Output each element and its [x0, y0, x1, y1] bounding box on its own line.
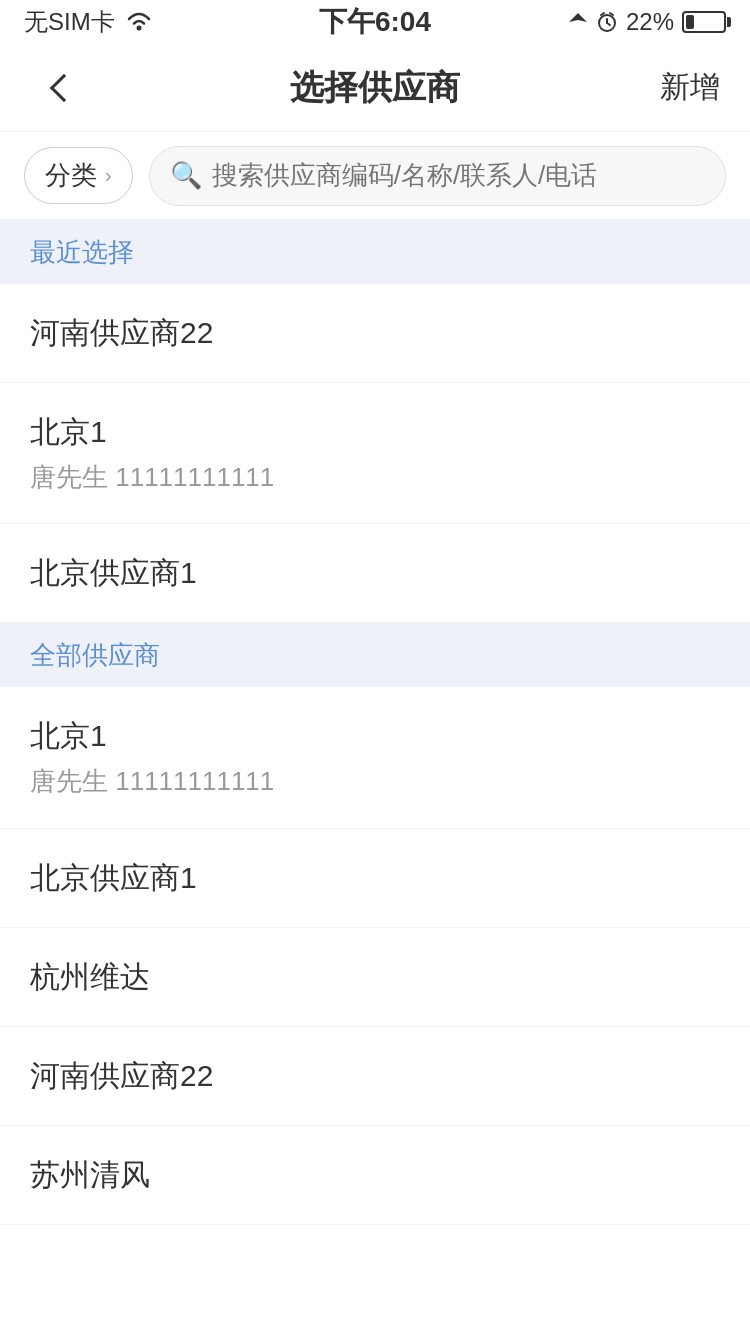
all-section-header: 全部供应商: [0, 623, 750, 687]
all-list: 北京1 唐先生 11111111111 北京供应商1 杭州维达河南供应商22 苏州清风: [0, 687, 750, 1224]
list-item[interactable]: 苏州清风: [0, 1126, 750, 1225]
search-box[interactable]: 🔍: [149, 146, 726, 206]
recent-section-header: 最近选择: [0, 220, 750, 284]
list-item[interactable]: 北京1 唐先生 11111111111: [0, 687, 750, 828]
location-icon: [568, 12, 588, 32]
svg-point-0: [136, 26, 141, 31]
item-name: 北京供应商1: [30, 552, 720, 594]
page-title: 选择供应商: [290, 65, 460, 111]
nav-bar: 选择供应商 新增: [0, 44, 750, 132]
recent-list: 河南供应商22 北京1 唐先生 11111111111 北京供应商1: [0, 284, 750, 623]
add-button[interactable]: 新增: [660, 67, 720, 108]
recent-section-label: 最近选择: [30, 235, 134, 270]
item-name: 杭州维达: [30, 956, 720, 998]
search-input[interactable]: [212, 160, 705, 191]
item-name: 北京供应商1: [30, 857, 720, 899]
status-left: 无SIM卡: [24, 6, 153, 38]
back-arrow-icon: [50, 73, 78, 101]
list-item[interactable]: 河南供应商22: [0, 284, 750, 383]
battery-fill: [686, 15, 694, 29]
carrier-text: 无SIM卡: [24, 6, 115, 38]
list-item[interactable]: 河南供应商22: [0, 1027, 750, 1126]
status-right: 22%: [568, 8, 726, 36]
item-sub: 唐先生 11111111111: [30, 459, 720, 495]
wifi-icon: [125, 12, 153, 32]
item-name: 河南供应商22: [30, 1055, 720, 1097]
all-section-label: 全部供应商: [30, 638, 160, 673]
status-bar: 无SIM卡 下午6:04 22%: [0, 0, 750, 44]
item-name: 苏州清风: [30, 1154, 720, 1196]
category-button[interactable]: 分类 ›: [24, 147, 133, 204]
item-name: 北京1: [30, 411, 720, 453]
list-item[interactable]: 北京供应商1: [0, 829, 750, 928]
filter-bar: 分类 › 🔍: [0, 132, 750, 220]
list-item[interactable]: 北京供应商1: [0, 524, 750, 623]
list-item[interactable]: 北京1 唐先生 11111111111: [0, 383, 750, 524]
chevron-right-icon: ›: [105, 164, 112, 187]
svg-line-3: [607, 23, 610, 25]
item-sub: 唐先生 11111111111: [30, 763, 720, 799]
category-label: 分类: [45, 158, 97, 193]
battery-icon: [682, 11, 726, 33]
search-icon: 🔍: [170, 160, 202, 191]
alarm-icon: [596, 11, 618, 33]
list-item[interactable]: 杭州维达: [0, 928, 750, 1027]
back-button[interactable]: [30, 58, 90, 118]
item-name: 河南供应商22: [30, 312, 720, 354]
status-time: 下午6:04: [319, 3, 431, 41]
item-name: 北京1: [30, 715, 720, 757]
battery-percent: 22%: [626, 8, 674, 36]
